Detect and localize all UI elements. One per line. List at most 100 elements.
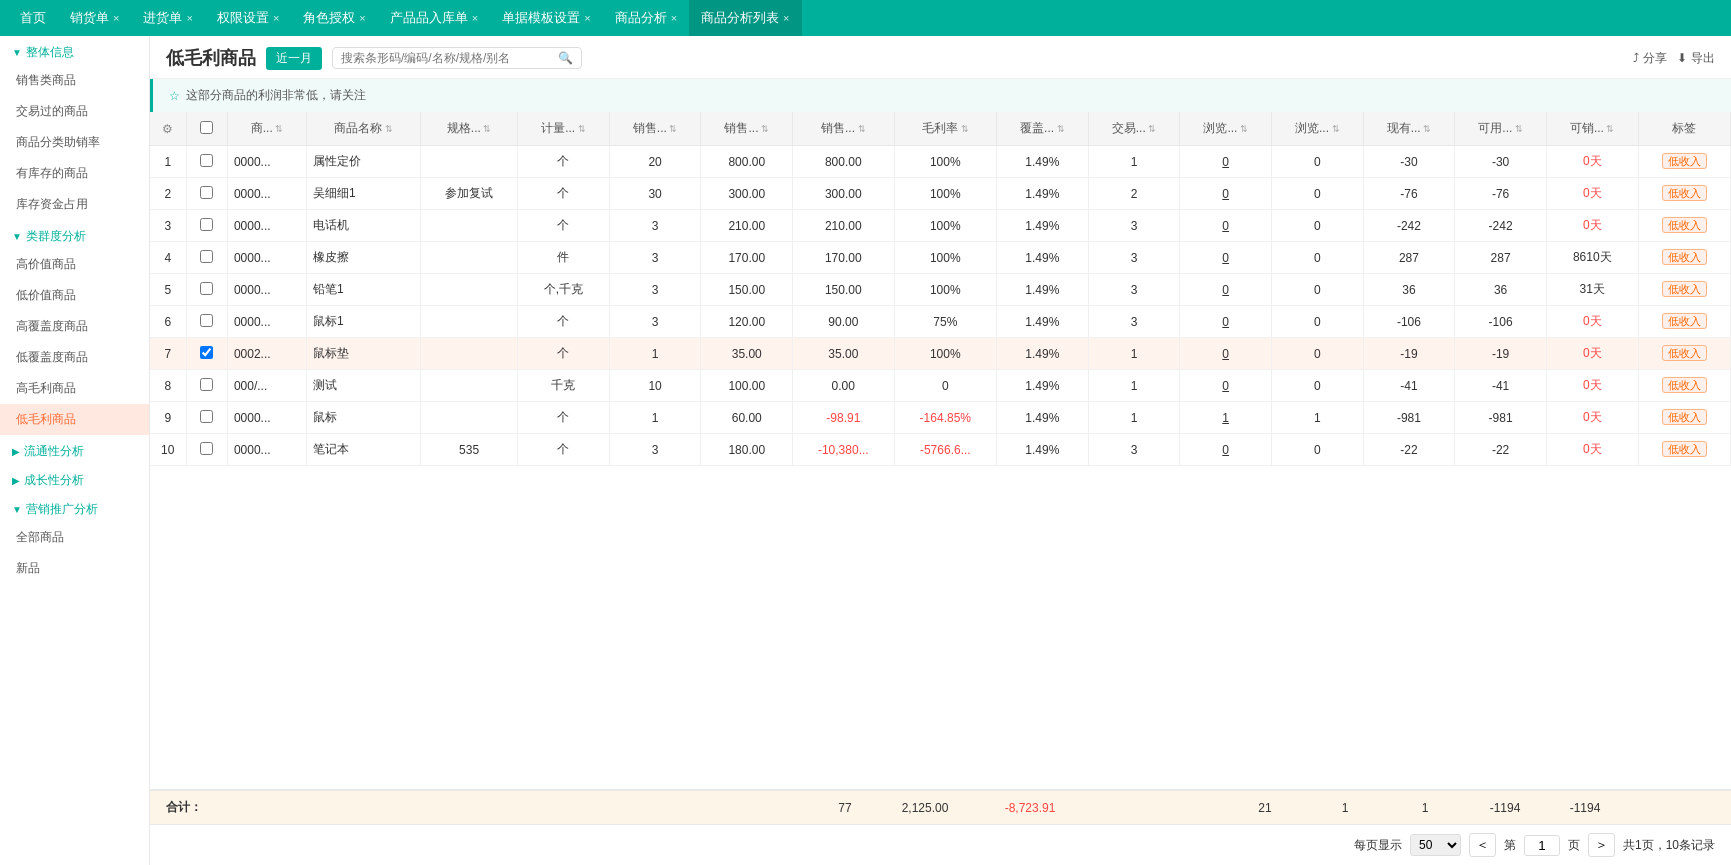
sidebar-group-overall[interactable]: ▼ 整体信息 (0, 36, 149, 65)
per-page-select[interactable]: 50 100 200 (1410, 834, 1461, 856)
td-view1[interactable]: 0 (1180, 434, 1272, 466)
page-number-input[interactable] (1524, 835, 1560, 856)
th-view2[interactable]: 浏览... (1271, 112, 1363, 146)
th-gross-rate[interactable]: 毛利率 (894, 112, 997, 146)
sidebar-item-traded-goods[interactable]: 交易过的商品 (0, 96, 149, 127)
sidebar-item-inventory-goods[interactable]: 有库存的商品 (0, 158, 149, 189)
nav-template[interactable]: 单据模板设置× (490, 0, 602, 36)
row-checkbox[interactable] (200, 410, 213, 423)
nav-permissions[interactable]: 权限设置× (205, 0, 291, 36)
close-sales-tab[interactable]: × (113, 12, 119, 24)
th-coverage[interactable]: 覆盖... (997, 112, 1089, 146)
close-goods-analysis-tab[interactable]: × (671, 12, 677, 24)
view1-link[interactable]: 0 (1222, 187, 1229, 201)
prev-page-button[interactable]: ＜ (1469, 833, 1496, 857)
td-checkbox[interactable] (186, 306, 227, 338)
nav-goods-analysis-list[interactable]: 商品分析列表× (689, 0, 801, 36)
sidebar-group-liquidity[interactable]: ▶ 流通性分析 (0, 435, 149, 464)
sidebar-item-low-value[interactable]: 低价值商品 (0, 280, 149, 311)
view1-link[interactable]: 0 (1222, 379, 1229, 393)
td-view1[interactable]: 0 (1180, 306, 1272, 338)
search-input[interactable] (341, 51, 558, 65)
td-checkbox[interactable] (186, 338, 227, 370)
td-view1[interactable]: 0 (1180, 370, 1272, 402)
td-checkbox[interactable] (186, 146, 227, 178)
th-unit[interactable]: 计量... (518, 112, 610, 146)
view1-link[interactable]: 0 (1222, 283, 1229, 297)
period-button[interactable]: 近一月 (266, 47, 322, 70)
td-view1[interactable]: 0 (1180, 338, 1272, 370)
td-view1[interactable]: 0 (1180, 178, 1272, 210)
th-sales-profit[interactable]: 销售... (793, 112, 894, 146)
td-checkbox[interactable] (186, 402, 227, 434)
view1-link[interactable]: 0 (1222, 315, 1229, 329)
nav-goods-analysis[interactable]: 商品分析× (603, 0, 689, 36)
sidebar-group-cluster[interactable]: ▼ 类群度分析 (0, 220, 149, 249)
nav-product-entry[interactable]: 产品品入库单× (378, 0, 490, 36)
view1-link[interactable]: 0 (1222, 251, 1229, 265)
view1-link[interactable]: 0 (1222, 155, 1229, 169)
th-trade[interactable]: 交易... (1088, 112, 1180, 146)
sidebar-item-high-value[interactable]: 高价值商品 (0, 249, 149, 280)
row-checkbox[interactable] (200, 378, 213, 391)
close-goods-list-tab[interactable]: × (783, 12, 789, 24)
sidebar-group-marketing[interactable]: ▼ 营销推广分析 (0, 493, 149, 522)
td-view1[interactable]: 0 (1180, 210, 1272, 242)
close-template-tab[interactable]: × (584, 12, 590, 24)
th-available[interactable]: 可用... (1455, 112, 1547, 146)
th-checkbox[interactable] (186, 112, 227, 146)
td-view1[interactable]: 0 (1180, 242, 1272, 274)
th-saleable[interactable]: 可销... (1546, 112, 1638, 146)
nav-home[interactable]: 首页 (8, 0, 58, 36)
th-name[interactable]: 商品名称 (307, 112, 421, 146)
view1-link[interactable]: 1 (1222, 411, 1229, 425)
row-checkbox[interactable] (200, 282, 213, 295)
th-settings[interactable]: ⚙ (150, 112, 186, 146)
row-checkbox[interactable] (200, 346, 213, 359)
th-view1[interactable]: 浏览... (1180, 112, 1272, 146)
th-code[interactable]: 商... (227, 112, 306, 146)
row-checkbox[interactable] (200, 154, 213, 167)
sidebar-item-high-margin[interactable]: 高毛利商品 (0, 373, 149, 404)
nav-purchase[interactable]: 进货单× (131, 0, 204, 36)
view1-link[interactable]: 0 (1222, 443, 1229, 457)
view1-link[interactable]: 0 (1222, 219, 1229, 233)
td-view1[interactable]: 0 (1180, 146, 1272, 178)
td-checkbox[interactable] (186, 242, 227, 274)
export-button[interactable]: ⬇ 导出 (1677, 50, 1715, 67)
sidebar-item-sales-goods[interactable]: 销售类商品 (0, 65, 149, 96)
next-page-button[interactable]: ＞ (1588, 833, 1615, 857)
sidebar-group-growth[interactable]: ▶ 成长性分析 (0, 464, 149, 493)
td-checkbox[interactable] (186, 210, 227, 242)
sidebar-item-new-goods[interactable]: 新品 (0, 553, 149, 584)
select-all-checkbox[interactable] (200, 121, 213, 134)
sidebar-item-all-goods[interactable]: 全部商品 (0, 522, 149, 553)
td-view1[interactable]: 1 (1180, 402, 1272, 434)
settings-icon[interactable]: ⚙ (162, 122, 173, 136)
row-checkbox[interactable] (200, 218, 213, 231)
row-checkbox[interactable] (200, 314, 213, 327)
view1-link[interactable]: 0 (1222, 347, 1229, 361)
search-icon[interactable]: 🔍 (558, 51, 573, 65)
row-checkbox[interactable] (200, 442, 213, 455)
share-button[interactable]: ⤴ 分享 (1633, 50, 1667, 67)
td-view1[interactable]: 0 (1180, 274, 1272, 306)
sidebar-item-low-margin[interactable]: 低毛利商品 (0, 404, 149, 435)
td-checkbox[interactable] (186, 434, 227, 466)
nav-role-auth[interactable]: 角色授权× (291, 0, 377, 36)
close-product-entry-tab[interactable]: × (472, 12, 478, 24)
row-checkbox[interactable] (200, 250, 213, 263)
th-sales-qty[interactable]: 销售... (609, 112, 701, 146)
th-sales-price[interactable]: 销售... (701, 112, 793, 146)
th-spec[interactable]: 规格... (420, 112, 517, 146)
td-checkbox[interactable] (186, 370, 227, 402)
close-permissions-tab[interactable]: × (273, 12, 279, 24)
td-checkbox[interactable] (186, 178, 227, 210)
sidebar-item-category-rate[interactable]: 商品分类助销率 (0, 127, 149, 158)
nav-sales[interactable]: 销货单× (58, 0, 131, 36)
close-role-tab[interactable]: × (359, 12, 365, 24)
close-purchase-tab[interactable]: × (186, 12, 192, 24)
th-current[interactable]: 现有... (1363, 112, 1455, 146)
td-checkbox[interactable] (186, 274, 227, 306)
row-checkbox[interactable] (200, 186, 213, 199)
